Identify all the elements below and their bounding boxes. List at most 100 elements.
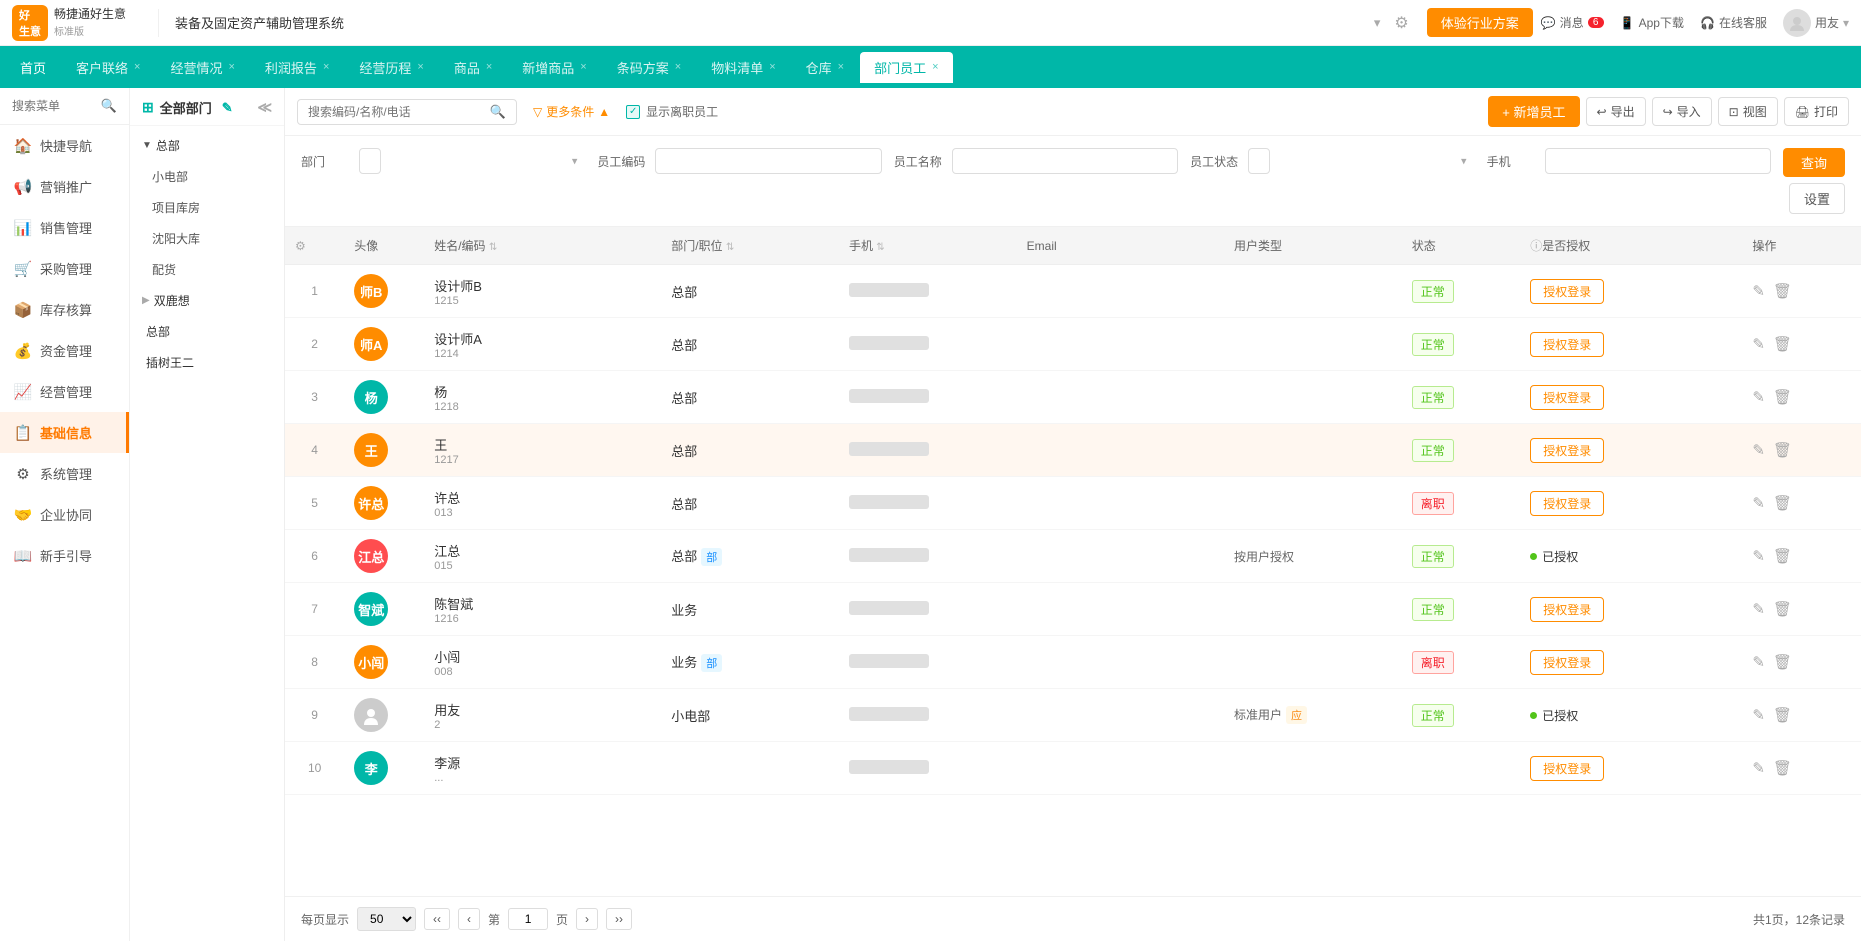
delete-btn[interactable]: 🗑 [1773,706,1792,724]
set-button[interactable]: 设置 [1789,183,1845,214]
adv-name-input[interactable] [952,148,1178,174]
tab-dept-employee[interactable]: 部门员工 × [860,52,952,83]
adv-dept-select[interactable] [359,148,381,174]
delete-btn[interactable]: 🗑 [1773,494,1792,512]
show-resigned-checkbox[interactable]: ✓ [626,105,640,119]
tab-new-goods[interactable]: 新增商品 × [508,52,600,83]
print-button[interactable]: 🖨 打印 [1784,97,1849,126]
tab-close[interactable]: × [932,61,938,73]
edit-btn[interactable]: ✎ [1752,706,1765,724]
page-number-input[interactable] [508,908,548,930]
delete-btn[interactable]: 🗑 [1773,547,1792,565]
export-button[interactable]: ↩ 导出 [1586,97,1646,126]
show-resigned-toggle[interactable]: ✓ 显示离职员工 [626,103,718,120]
dept-section-chashuwang[interactable]: 插树王二 [130,347,284,378]
search-input[interactable] [308,105,484,119]
auth-login-btn[interactable]: 授权登录 [1530,756,1604,781]
edit-btn[interactable]: ✎ [1752,600,1765,618]
adv-phone-input[interactable] [1545,148,1771,174]
th-phone[interactable]: 手机 ⇅ [839,227,1017,265]
tab-history[interactable]: 经营历程 × [345,52,437,83]
prev-page-btn[interactable]: ‹ [458,908,480,930]
tab-close[interactable]: × [228,61,234,73]
tab-profit[interactable]: 利润报告 × [251,52,343,83]
edit-btn[interactable]: ✎ [1752,653,1765,671]
user-menu[interactable]: 用友 ▾ [1783,9,1849,37]
message-action[interactable]: 💬 消息 6 [1541,14,1604,31]
sidebar-item-guide[interactable]: 📖 新手引导 [0,535,129,576]
sidebar-item-management[interactable]: 📈 经营管理 [0,371,129,412]
auth-login-btn[interactable]: 授权登录 [1530,385,1604,410]
page-size-select[interactable]: 50 100 [357,907,416,931]
add-employee-button[interactable]: + 新增员工 [1488,96,1579,127]
auth-login-btn[interactable]: 授权登录 [1530,491,1604,516]
edit-btn[interactable]: ✎ [1752,441,1765,459]
delete-btn[interactable]: 🗑 [1773,759,1792,777]
tab-goods[interactable]: 商品 × [440,52,506,83]
filter-btn[interactable]: ▽ 更多条件 ▲ [525,99,618,124]
auth-login-btn[interactable]: 授权登录 [1530,438,1604,463]
edit-btn[interactable]: ✎ [1752,759,1765,777]
sidebar-item-purchase[interactable]: 🛒 采购管理 [0,248,129,289]
tab-close[interactable]: × [838,61,844,73]
sidebar-item-finance[interactable]: 💰 资金管理 [0,330,129,371]
delete-btn[interactable]: 🗑 [1773,441,1792,459]
auth-login-btn[interactable]: 授权登录 [1530,279,1604,304]
tab-close[interactable]: × [134,61,140,73]
dept-collapse-btn[interactable]: ≪ [257,99,272,116]
tab-home[interactable]: 首页 [6,52,60,83]
dept-section-zongbu[interactable]: 总部 [130,316,284,347]
tab-close[interactable]: × [323,61,329,73]
auth-login-btn[interactable]: 授权登录 [1530,332,1604,357]
dept-sub-shenyang[interactable]: 沈阳大库 [130,223,284,254]
first-page-btn[interactable]: ‹‹ [424,908,450,930]
delete-btn[interactable]: 🗑 [1773,653,1792,671]
dept-edit-btn[interactable]: ✎ [222,100,233,116]
delete-btn[interactable]: 🗑 [1773,335,1792,353]
auth-login-btn[interactable]: 授权登录 [1530,650,1604,675]
delete-btn[interactable]: 🗑 [1773,600,1792,618]
dept-sub-xiaodianbù[interactable]: 小电部 [130,161,284,192]
delete-btn[interactable]: 🗑 [1773,282,1792,300]
trial-button[interactable]: 体验行业方案 [1427,8,1533,37]
dept-sub-distribution[interactable]: 配货 [130,254,284,285]
edit-btn[interactable]: ✎ [1752,282,1765,300]
th-settings[interactable]: ⚙ [285,227,344,265]
edit-btn[interactable]: ✎ [1752,335,1765,353]
sidebar-item-collab[interactable]: 🤝 企业协同 [0,494,129,535]
sidebar-item-inventory[interactable]: 📦 库存核算 [0,289,129,330]
sort-phone-icon[interactable]: ⇅ [876,242,884,253]
sort-name-icon[interactable]: ⇅ [489,242,497,253]
th-name[interactable]: 姓名/编码 ⇅ [424,227,661,265]
tab-customer[interactable]: 客户联络 × [62,52,154,83]
dept-sub-project[interactable]: 项目库房 [130,192,284,223]
tab-close[interactable]: × [580,61,586,73]
tab-close[interactable]: × [486,61,492,73]
edit-btn[interactable]: ✎ [1752,547,1765,565]
app-download-action[interactable]: 📱 App下载 [1620,14,1684,31]
sidebar-item-system[interactable]: ⚙ 系统管理 [0,453,129,494]
edit-btn[interactable]: ✎ [1752,388,1765,406]
tab-close[interactable]: × [675,61,681,73]
tab-operation[interactable]: 经营情况 × [156,52,248,83]
sidebar-item-marketing[interactable]: 📢 营销推广 [0,166,129,207]
adv-status-select[interactable] [1248,148,1270,174]
sidebar-search-input[interactable] [12,99,95,113]
dropdown-icon[interactable]: ▾ [1374,15,1381,31]
sort-dept-icon[interactable]: ⇅ [726,242,734,253]
adv-code-input[interactable] [655,148,881,174]
tab-close[interactable]: × [417,61,423,73]
import-button[interactable]: ↪ 导入 [1652,97,1712,126]
auth-login-btn[interactable]: 授权登录 [1530,597,1604,622]
sidebar-item-basicinfo[interactable]: 📋 基础信息 [0,412,129,453]
tab-barcode[interactable]: 条码方案 × [603,52,695,83]
sidebar-item-sales[interactable]: 📊 销售管理 [0,207,129,248]
settings-icon[interactable]: ⚙ [1394,13,1408,33]
tab-bom[interactable]: 物料清单 × [697,52,789,83]
tab-warehouse[interactable]: 仓库 × [792,52,858,83]
sidebar-item-quicknav[interactable]: 🏠 快捷导航 [0,125,129,166]
delete-btn[interactable]: 🗑 [1773,388,1792,406]
edit-btn[interactable]: ✎ [1752,494,1765,512]
query-button[interactable]: 查询 [1783,148,1845,177]
dept-section-head[interactable]: ▼ 总部 [130,130,284,161]
